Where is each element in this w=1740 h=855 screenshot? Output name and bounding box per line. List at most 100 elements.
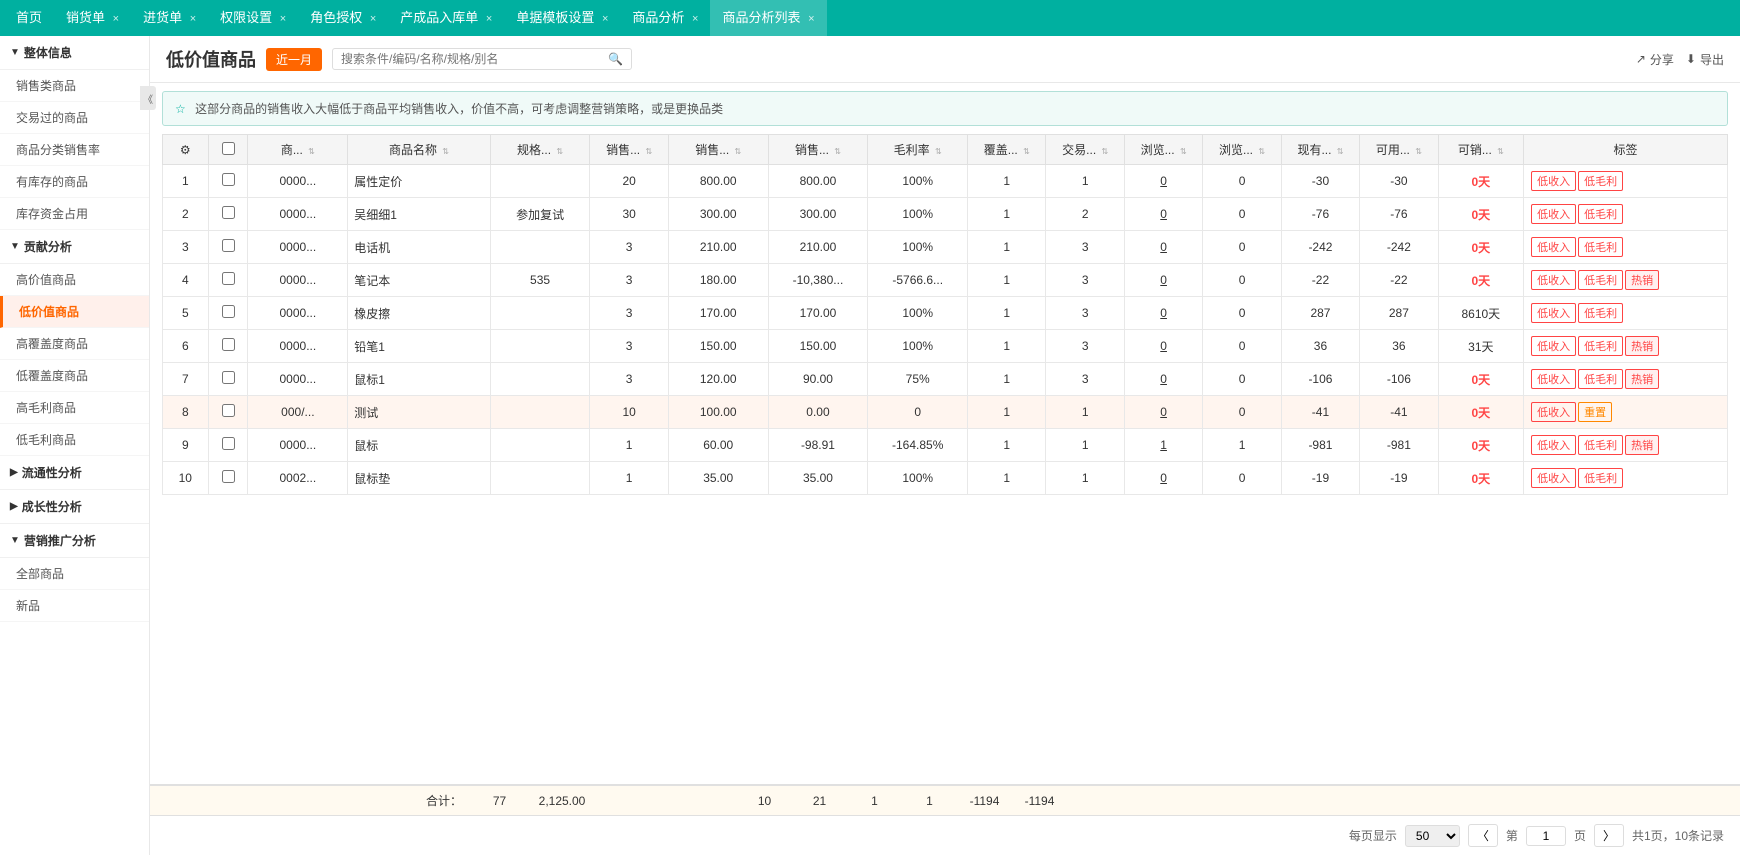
row-browse1[interactable]: 0 (1124, 462, 1202, 495)
row-checkbox[interactable] (208, 297, 248, 330)
tag-label: 低收入 (1531, 303, 1576, 323)
close-icon[interactable]: × (113, 13, 119, 25)
browse1-value[interactable]: 0 (1160, 207, 1167, 221)
row-code: 0000... (248, 429, 348, 462)
sidebar-item-traded-goods[interactable]: 交易过的商品 (0, 102, 149, 134)
row-num: 1 (163, 165, 209, 198)
sidebar-item-low-gross[interactable]: 低毛利商品 (0, 424, 149, 456)
page-number-input[interactable] (1526, 826, 1566, 846)
row-checkbox[interactable] (208, 462, 248, 495)
row-browse1[interactable]: 0 (1124, 198, 1202, 231)
row-checkbox-input[interactable] (222, 206, 235, 219)
close-icon[interactable]: × (808, 13, 814, 25)
browse1-value[interactable]: 0 (1160, 306, 1167, 320)
row-checkbox[interactable] (208, 264, 248, 297)
row-checkbox-input[interactable] (222, 173, 235, 186)
browse1-value[interactable]: 0 (1160, 240, 1167, 254)
row-browse1[interactable]: 0 (1124, 297, 1202, 330)
sidebar-item-stock-goods[interactable]: 有库存的商品 (0, 166, 149, 198)
nav-home[interactable]: 首页 (4, 0, 54, 36)
sidebar-item-high-gross[interactable]: 高毛利商品 (0, 392, 149, 424)
row-checkbox-input[interactable] (222, 404, 235, 417)
row-browse1[interactable]: 1 (1124, 429, 1202, 462)
sidebar-item-sales-goods[interactable]: 销售类商品 (0, 70, 149, 102)
share-button[interactable]: ↗ 分享 (1636, 51, 1674, 68)
row-checkbox[interactable] (208, 231, 248, 264)
browse1-value[interactable]: 1 (1160, 438, 1167, 452)
browse1-value[interactable]: 0 (1160, 405, 1167, 419)
browse1-value[interactable]: 0 (1160, 174, 1167, 188)
filter-recent-month-button[interactable]: 近一月 (266, 48, 322, 71)
page-title: 低价值商品 (166, 46, 256, 72)
search-input[interactable] (341, 52, 604, 66)
row-browse1[interactable]: 0 (1124, 330, 1202, 363)
sidebar-item-stock-capital[interactable]: 库存资金占用 (0, 198, 149, 230)
sidebar-group-overall[interactable]: ▼ 整体信息 (0, 36, 149, 70)
sidebar-item-all-goods[interactable]: 全部商品 (0, 558, 149, 590)
sidebar-item-new-goods[interactable]: 新品 (0, 590, 149, 622)
row-num: 7 (163, 363, 209, 396)
row-checkbox-input[interactable] (222, 272, 235, 285)
first-page-button[interactable]: 〈 (1468, 824, 1498, 847)
nav-goods-analysis-list[interactable]: 商品分析列表 × (710, 0, 826, 36)
main-layout: ▼ 整体信息 销售类商品 交易过的商品 商品分类销售率 有库存的商品 库存资金占… (0, 36, 1740, 855)
sidebar-item-high-value[interactable]: 高价值商品 (0, 264, 149, 296)
next-page-button[interactable]: 〉 (1594, 824, 1624, 847)
content-header: 低价值商品 近一月 🔍 ↗ 分享 ⬇ 导出 (150, 36, 1740, 83)
close-icon[interactable]: × (370, 13, 376, 25)
nav-goods-analysis[interactable]: 商品分析 × (620, 0, 710, 36)
row-num: 2 (163, 198, 209, 231)
browse1-value[interactable]: 0 (1160, 339, 1167, 353)
close-icon[interactable]: × (280, 13, 286, 25)
row-checkbox-input[interactable] (222, 305, 235, 318)
row-checkbox[interactable] (208, 198, 248, 231)
browse1-value[interactable]: 0 (1160, 273, 1167, 287)
search-icon[interactable]: 🔍 (608, 52, 623, 66)
page-size-select[interactable]: 50 100 200 (1405, 825, 1460, 847)
nav-permission[interactable]: 权限设置 × (208, 0, 298, 36)
nav-purchase[interactable]: 进货单 × (131, 0, 208, 36)
sidebar-group-circulation[interactable]: ▶ 流通性分析 (0, 456, 149, 490)
row-current: 36 (1281, 330, 1359, 363)
row-checkbox[interactable] (208, 396, 248, 429)
row-checkbox-input[interactable] (222, 338, 235, 351)
sidebar-collapse-button[interactable]: 《 (140, 86, 156, 110)
close-icon[interactable]: × (692, 13, 698, 25)
row-browse1[interactable]: 0 (1124, 264, 1202, 297)
browse1-value[interactable]: 0 (1160, 471, 1167, 485)
col-settings[interactable]: ⚙ (163, 135, 209, 165)
nav-sales[interactable]: 销货单 × (54, 0, 131, 36)
row-s3: 150.00 (768, 330, 868, 363)
nav-productinstock[interactable]: 产成品入库单 × (388, 0, 504, 36)
row-browse1[interactable]: 0 (1124, 396, 1202, 429)
row-coverage: 1 (968, 198, 1046, 231)
select-all-checkbox[interactable] (222, 142, 235, 155)
sidebar-item-low-coverage[interactable]: 低覆盖度商品 (0, 360, 149, 392)
sidebar-item-high-coverage[interactable]: 高覆盖度商品 (0, 328, 149, 360)
row-browse1[interactable]: 0 (1124, 231, 1202, 264)
row-checkbox[interactable] (208, 330, 248, 363)
sidebar-group-marketing[interactable]: ▼ 营销推广分析 (0, 524, 149, 558)
row-checkbox[interactable] (208, 165, 248, 198)
browse1-value[interactable]: 0 (1160, 372, 1167, 386)
sidebar-group-contribution[interactable]: ▼ 贡献分析 (0, 230, 149, 264)
col-checkbox[interactable] (208, 135, 248, 165)
row-browse1[interactable]: 0 (1124, 165, 1202, 198)
row-checkbox[interactable] (208, 429, 248, 462)
close-icon[interactable]: × (190, 13, 196, 25)
row-checkbox[interactable] (208, 363, 248, 396)
nav-template[interactable]: 单据模板设置 × (504, 0, 620, 36)
nav-roleauth[interactable]: 角色授权 × (298, 0, 388, 36)
row-checkbox-input[interactable] (222, 437, 235, 450)
row-checkbox-input[interactable] (222, 239, 235, 252)
export-button[interactable]: ⬇ 导出 (1686, 51, 1724, 68)
close-icon[interactable]: × (602, 13, 608, 25)
row-coverage: 1 (968, 396, 1046, 429)
sidebar-group-growth[interactable]: ▶ 成长性分析 (0, 490, 149, 524)
row-browse1[interactable]: 0 (1124, 363, 1202, 396)
sidebar-item-category-rate[interactable]: 商品分类销售率 (0, 134, 149, 166)
close-icon[interactable]: × (486, 13, 492, 25)
sidebar-item-low-value[interactable]: 低价值商品 (0, 296, 149, 328)
row-checkbox-input[interactable] (222, 470, 235, 483)
row-checkbox-input[interactable] (222, 371, 235, 384)
